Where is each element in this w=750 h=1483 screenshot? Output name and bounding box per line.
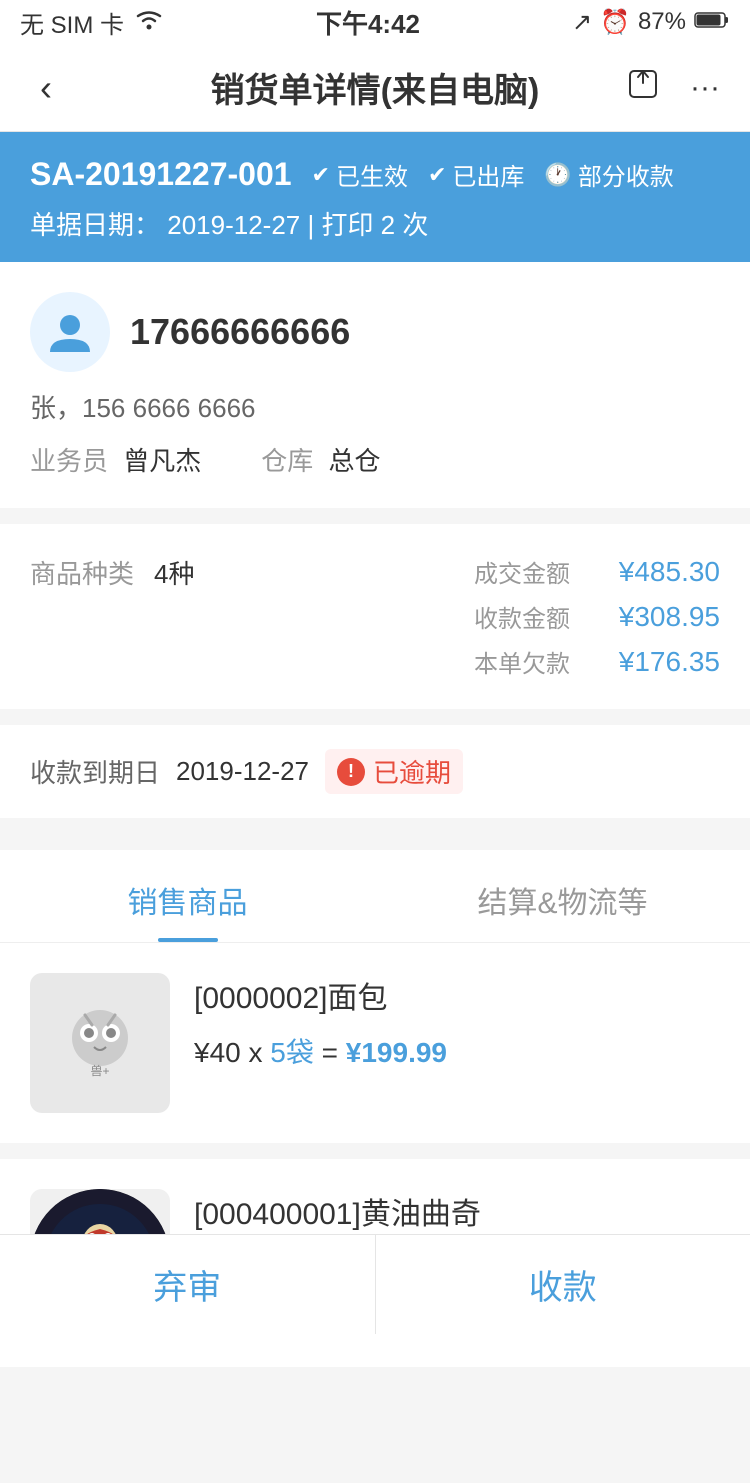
status3-text: 部分收款 bbox=[578, 157, 674, 192]
share-button[interactable] bbox=[626, 67, 660, 109]
svg-text:兽+: 兽+ bbox=[90, 1064, 109, 1078]
salesperson-value: 曾凡杰 bbox=[123, 446, 201, 476]
amount-row-2: 收款金额 ¥308.95 bbox=[474, 599, 720, 634]
tabs-section: 销售商品 结算&物流等 bbox=[0, 850, 750, 943]
qty-1: 5袋 bbox=[270, 1037, 314, 1068]
summary-grid: 商品种类 4种 成交金额 ¥485.30 收款金额 ¥308.95 本单欠款 ¥… bbox=[30, 554, 720, 679]
banner-row2: 单据日期： 2019-12-27 | 打印 2 次 bbox=[30, 205, 720, 242]
status-shipped: ✔ 已出库 bbox=[428, 157, 524, 192]
battery-text: 87% bbox=[638, 8, 686, 36]
product-name-1: [0000002]面包 bbox=[194, 973, 720, 1017]
due-section: 收款到期日 2019-12-27 ! 已逾期 bbox=[0, 725, 750, 818]
receipt-value: ¥308.95 bbox=[590, 601, 720, 633]
status-partial: 🕐 部分收款 bbox=[544, 157, 673, 192]
status2-text: 已出库 bbox=[452, 157, 524, 192]
product-thumbnail-1: 兽+ bbox=[30, 973, 170, 1113]
section-divider bbox=[0, 834, 750, 850]
page-title: 销货单详情(来自电脑) bbox=[211, 63, 540, 112]
order-id: SA-20191227-001 bbox=[30, 156, 292, 193]
category-label: 商品种类 bbox=[30, 554, 134, 591]
bottom-spacer bbox=[0, 1383, 750, 1483]
back-button[interactable]: ‹ bbox=[30, 57, 62, 119]
date-label: 单据日期： bbox=[30, 210, 160, 240]
location-icon: ↗ bbox=[572, 8, 592, 37]
overdue-icon: ! bbox=[337, 758, 365, 786]
customer-row: 17666666666 bbox=[30, 292, 720, 372]
status-right: ↗ ⏰ 87% bbox=[572, 8, 730, 37]
status-left: 无 SIM 卡 bbox=[20, 5, 164, 40]
summary-section: 商品种类 4种 成交金额 ¥485.30 收款金额 ¥308.95 本单欠款 ¥… bbox=[0, 524, 750, 709]
warehouse-value: 总仓 bbox=[329, 446, 381, 476]
customer-name: 17666666666 bbox=[130, 311, 350, 353]
customer-section: 17666666666 张，156 6666 6666 业务员 曾凡杰 仓库 总… bbox=[0, 262, 750, 508]
amount-row-1: 成交金额 ¥485.30 bbox=[474, 554, 720, 589]
warehouse-label: 仓库 bbox=[261, 446, 313, 476]
overdue-badge: ! 已逾期 bbox=[325, 749, 463, 794]
product-info-1: [0000002]面包 ¥40 x 5袋 = ¥199.99 bbox=[194, 973, 720, 1071]
product-price-1: ¥40 x 5袋 = ¥199.99 bbox=[194, 1031, 720, 1071]
avatar bbox=[30, 292, 110, 372]
thumb-placeholder-1: 兽+ bbox=[30, 973, 170, 1113]
header-banner: SA-20191227-001 ✔ 已生效 ✔ 已出库 🕐 部分收款 单据日期：… bbox=[0, 132, 750, 262]
owe-value: ¥176.35 bbox=[590, 646, 720, 678]
category-info: 商品种类 4种 bbox=[30, 554, 194, 591]
status1-text: 已生效 bbox=[336, 157, 408, 192]
amount-row-3: 本单欠款 ¥176.35 bbox=[474, 644, 720, 679]
battery-icon bbox=[694, 8, 730, 36]
list-item: 兽+ [0000002]面包 ¥40 x 5袋 = ¥199.99 bbox=[0, 943, 750, 1143]
alarm-icon: ⏰ bbox=[600, 8, 630, 37]
nav-bar: ‹ 销货单详情(来自电脑) ··· bbox=[0, 44, 750, 132]
receipt-label: 收款金额 bbox=[474, 599, 570, 634]
collect-payment-button[interactable]: 收款 bbox=[376, 1235, 750, 1334]
status-effective: ✔ 已生效 bbox=[312, 157, 408, 192]
amounts: 成交金额 ¥485.30 收款金额 ¥308.95 本单欠款 ¥176.35 bbox=[474, 554, 720, 679]
price-base-1: ¥40 x bbox=[194, 1037, 270, 1068]
more-button[interactable]: ··· bbox=[690, 71, 720, 105]
banner-date: 2019-12-27 bbox=[167, 210, 300, 240]
tab-settlement[interactable]: 结算&物流等 bbox=[375, 850, 750, 942]
category-count: 4种 bbox=[154, 554, 194, 591]
carrier-text: 无 SIM 卡 bbox=[20, 5, 124, 40]
check-icon-1: ✔ bbox=[312, 162, 330, 188]
total-1: ¥199.99 bbox=[346, 1037, 447, 1068]
due-date-value: 2019-12-27 bbox=[176, 756, 309, 787]
due-label: 收款到期日 bbox=[30, 753, 160, 790]
owe-label: 本单欠款 bbox=[474, 644, 570, 679]
overdue-text: 已逾期 bbox=[373, 753, 451, 790]
product-name-2: [000400001]黄油曲奇 bbox=[194, 1189, 720, 1233]
banner-row1: SA-20191227-001 ✔ 已生效 ✔ 已出库 🕐 部分收款 bbox=[30, 156, 720, 193]
status-time: 下午4:42 bbox=[316, 4, 420, 41]
warehouse-info: 仓库 总仓 bbox=[261, 441, 380, 478]
customer-contact: 张，156 6666 6666 bbox=[30, 388, 720, 425]
nav-right: ··· bbox=[626, 67, 720, 109]
status-bar: 无 SIM 卡 下午4:42 ↗ ⏰ 87% bbox=[0, 0, 750, 44]
bottom-bar: 弃审 收款 bbox=[0, 1234, 750, 1334]
tab-sales-products[interactable]: 销售商品 bbox=[0, 850, 375, 942]
salesperson-label: 业务员 bbox=[30, 446, 108, 476]
print-info: | 打印 2 次 bbox=[307, 210, 428, 240]
tabs-row: 销售商品 结算&物流等 bbox=[0, 850, 750, 942]
cancel-review-button[interactable]: 弃审 bbox=[0, 1235, 376, 1334]
check-icon-2: ✔ bbox=[428, 162, 446, 188]
amount-value: ¥485.30 bbox=[590, 556, 720, 588]
amount-label: 成交金额 bbox=[474, 554, 570, 589]
salesperson-info: 业务员 曾凡杰 bbox=[30, 441, 201, 478]
wifi-icon bbox=[134, 8, 164, 37]
customer-meta: 业务员 曾凡杰 仓库 总仓 bbox=[30, 441, 720, 478]
equals-1: = bbox=[322, 1037, 346, 1068]
clock-icon: 🕐 bbox=[544, 162, 571, 188]
